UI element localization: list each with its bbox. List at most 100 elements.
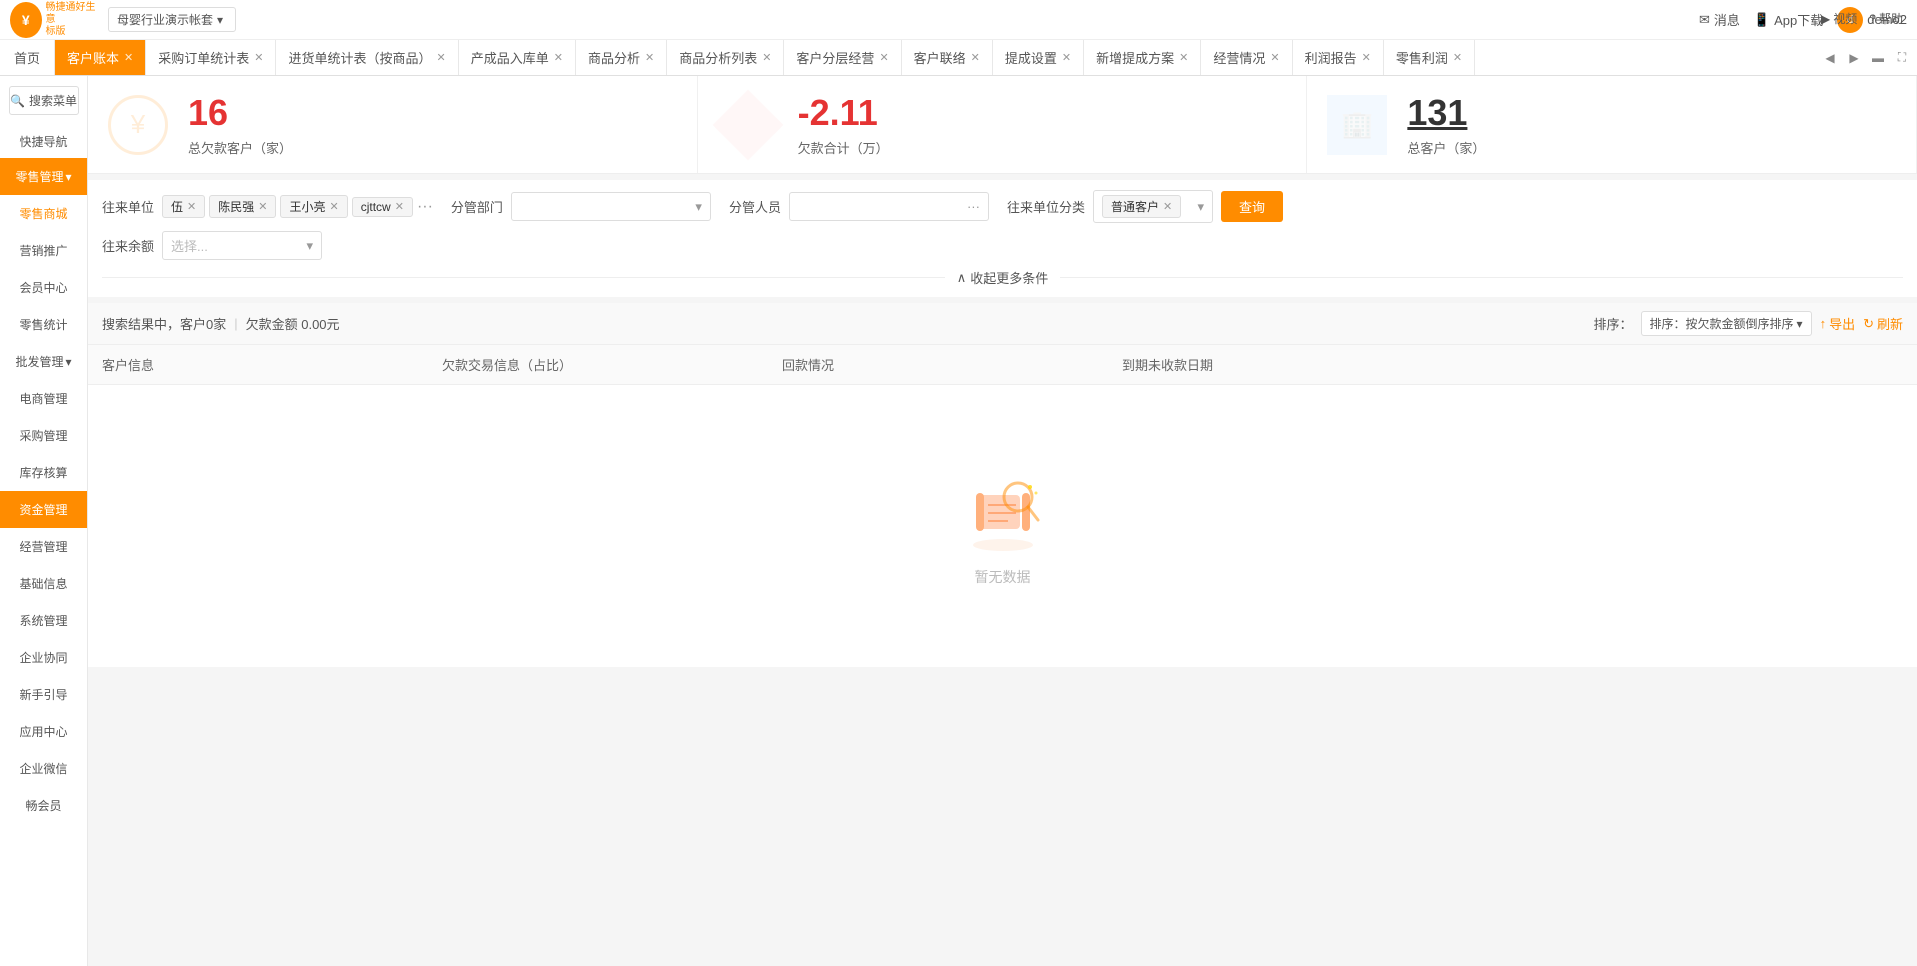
tab-11[interactable]: 利润报告 ✕ [1293, 40, 1384, 76]
app-download-btn[interactable]: 📱 App下载 [1754, 10, 1823, 29]
more-options-icon: ··· [967, 199, 980, 214]
sidebar-item-wechat[interactable]: 企业微信 [0, 750, 87, 787]
chevron-down-icon: ▾ [306, 238, 313, 254]
sidebar-item-system[interactable]: 系统管理 [0, 602, 87, 639]
logo-text: 畅捷通好生意标版 [46, 2, 99, 38]
tab-4[interactable]: 商品分析 ✕ [576, 40, 667, 76]
stat-text-1: -2.11 欠款合计（万） [798, 92, 889, 157]
tab-6[interactable]: 客户分层经营 ✕ [784, 40, 901, 76]
tab-controls: ◀ ▶ ▬ ⛶ [1819, 47, 1917, 69]
tag-close-2[interactable]: ✕ [330, 200, 339, 213]
account-selector[interactable]: 母婴行业演示帐套 ▾ [108, 7, 236, 32]
sort-select[interactable]: 排序：按欠款金额倒序排序 ▾ [1641, 311, 1812, 336]
message-btn[interactable]: ✉ 消息 [1699, 10, 1740, 29]
tab-2[interactable]: 进货单统计表（按商品） ✕ [276, 40, 458, 76]
table-header: 客户信息 欠款交易信息（占比） 回款情况 到期未收款日期 [88, 345, 1917, 385]
export-btn[interactable]: ↑ 导出 [1820, 314, 1856, 333]
tab-8[interactable]: 提成设置 ✕ [993, 40, 1084, 76]
tab-close-icon[interactable]: ✕ [645, 51, 654, 64]
tab-home[interactable]: 首页 [0, 40, 55, 76]
stat-card-2: 🏢 131 总客户（家） [1307, 76, 1917, 173]
unit-filter-label: 往来单位 [102, 197, 154, 216]
tab-close-icon[interactable]: ✕ [554, 51, 563, 64]
tab-close-icon[interactable]: ✕ [1453, 51, 1462, 64]
stat-value-2: 131 [1407, 92, 1485, 134]
stat-value-0: 16 [188, 92, 292, 134]
tab-close-icon[interactable]: ✕ [437, 51, 446, 64]
sidebar-item-wholesale[interactable]: 批发管理 ▾ [0, 343, 87, 380]
tab-close-icon[interactable]: ✕ [879, 51, 888, 64]
sidebar-item-purchase[interactable]: 采购管理 [0, 417, 87, 454]
category-select[interactable]: 普通客户 ✕ ▾ [1093, 190, 1213, 223]
sidebar-item-retail-mall[interactable]: 零售商城 [0, 195, 87, 232]
tab-0[interactable]: 客户账本 ✕ [55, 40, 146, 76]
more-tags-btn[interactable]: ··· [417, 198, 433, 216]
balance-select[interactable]: 选择... ▾ [162, 231, 322, 260]
sidebar-item-ecommerce[interactable]: 电商管理 [0, 380, 87, 417]
tab-close-icon[interactable]: ✕ [971, 51, 980, 64]
tab-close-icon[interactable]: ✕ [1179, 51, 1188, 64]
sidebar-item-retail-management[interactable]: 零售管理 ▾ [0, 158, 87, 195]
tab-5[interactable]: 商品分析列表 ✕ [667, 40, 784, 76]
sidebar-item-enterprise[interactable]: 企业协同 [0, 639, 87, 676]
tab-1[interactable]: 采购订单统计表 ✕ [146, 40, 276, 76]
sidebar-item-marketing[interactable]: 营销推广 [0, 232, 87, 269]
tab-3[interactable]: 产成品入库单 ✕ [459, 40, 576, 76]
sidebar-item-basic-info[interactable]: 基础信息 [0, 565, 87, 602]
filter-tag-0: 伍 ✕ [162, 195, 205, 218]
sidebar-item-member-center[interactable]: 会员中心 [0, 269, 87, 306]
sidebar-item-operations[interactable]: 经营管理 [0, 528, 87, 565]
filter-area: 往来单位 伍 ✕ 陈民强 ✕ 王小亮 ✕ [88, 180, 1917, 297]
stat-card-1: -2.11 欠款合计（万） [698, 76, 1308, 173]
empty-text: 暂无数据 [975, 567, 1031, 587]
tab-prev-btn[interactable]: ◀ [1819, 47, 1841, 69]
sidebar-item-new-guide[interactable]: 新手引导 [0, 676, 87, 713]
tab-minimize-btn[interactable]: ▬ [1867, 47, 1889, 69]
th-date: 到期未收款日期 [1122, 355, 1903, 374]
tab-10[interactable]: 经营情况 ✕ [1201, 40, 1292, 76]
sidebar-item-retail-stats[interactable]: 零售统计 [0, 306, 87, 343]
sidebar: 🔍 搜索菜单 快捷导航 零售管理 ▾ 零售商城 营销推广 会员中心 零售统计 批… [0, 76, 88, 966]
sidebar-item-finance[interactable]: 资金管理 [0, 491, 87, 528]
tab-close-icon[interactable]: ✕ [1362, 51, 1371, 64]
tag-close-3[interactable]: ✕ [395, 200, 404, 213]
tab-7[interactable]: 客户联络 ✕ [902, 40, 993, 76]
tab-close-icon[interactable]: ✕ [124, 51, 133, 64]
sidebar-search-area: 🔍 搜索菜单 [0, 76, 87, 125]
person-select[interactable]: ··· [789, 192, 989, 221]
chevron-down-icon: ▾ [1197, 199, 1204, 215]
filter-tags: 伍 ✕ 陈民强 ✕ 王小亮 ✕ cjttcw ✕ [162, 195, 433, 218]
divider-left [102, 277, 945, 278]
sidebar-item-app-center[interactable]: 应用中心 [0, 713, 87, 750]
search-menu-btn[interactable]: 🔍 搜索菜单 [9, 86, 79, 115]
refresh-icon: ↻ [1863, 316, 1874, 332]
category-tag-close[interactable]: ✕ [1163, 200, 1172, 213]
th-repayment: 回款情况 [782, 355, 1122, 374]
sidebar-item-vip[interactable]: 畅会员 [0, 787, 87, 824]
tag-close-1[interactable]: ✕ [258, 200, 267, 213]
dept-select[interactable]: ▾ [511, 192, 711, 221]
tab-close-icon[interactable]: ✕ [762, 51, 771, 64]
sort-label: 排序： [1594, 314, 1633, 333]
tab-label: 客户分层经营 [796, 48, 874, 67]
tab-close-icon[interactable]: ✕ [1062, 51, 1071, 64]
tab-maximize-btn[interactable]: ⛶ [1891, 47, 1913, 69]
sidebar-quick-nav[interactable]: 快捷导航 [0, 125, 87, 158]
table: 客户信息 欠款交易信息（占比） 回款情况 到期未收款日期 [88, 345, 1917, 667]
tab-12[interactable]: 零售利润 ✕ [1384, 40, 1475, 76]
tab-9[interactable]: 新增提成方案 ✕ [1084, 40, 1201, 76]
query-button[interactable]: 查询 [1221, 191, 1283, 222]
tag-close-0[interactable]: ✕ [187, 200, 196, 213]
chevron-icon: ▾ [65, 355, 71, 369]
tab-close-icon[interactable]: ✕ [254, 51, 263, 64]
tab-next-btn[interactable]: ▶ [1843, 47, 1865, 69]
account-selector-label: 母婴行业演示帐套 [117, 11, 213, 28]
tab-close-icon[interactable]: ✕ [1270, 51, 1279, 64]
sort-area: 排序： 排序：按欠款金额倒序排序 ▾ ↑ 导出 ↻ 刷新 [1594, 311, 1904, 336]
content-area: ¥ 16 总欠款客户（家） -2.11 [88, 76, 1917, 966]
download-icon: 📱 [1754, 12, 1770, 28]
empty-icon [958, 465, 1048, 555]
sidebar-item-inventory[interactable]: 库存核算 [0, 454, 87, 491]
collapse-btn[interactable]: ∧ 收起更多条件 [945, 268, 1061, 287]
refresh-btn[interactable]: ↻ 刷新 [1863, 314, 1903, 333]
